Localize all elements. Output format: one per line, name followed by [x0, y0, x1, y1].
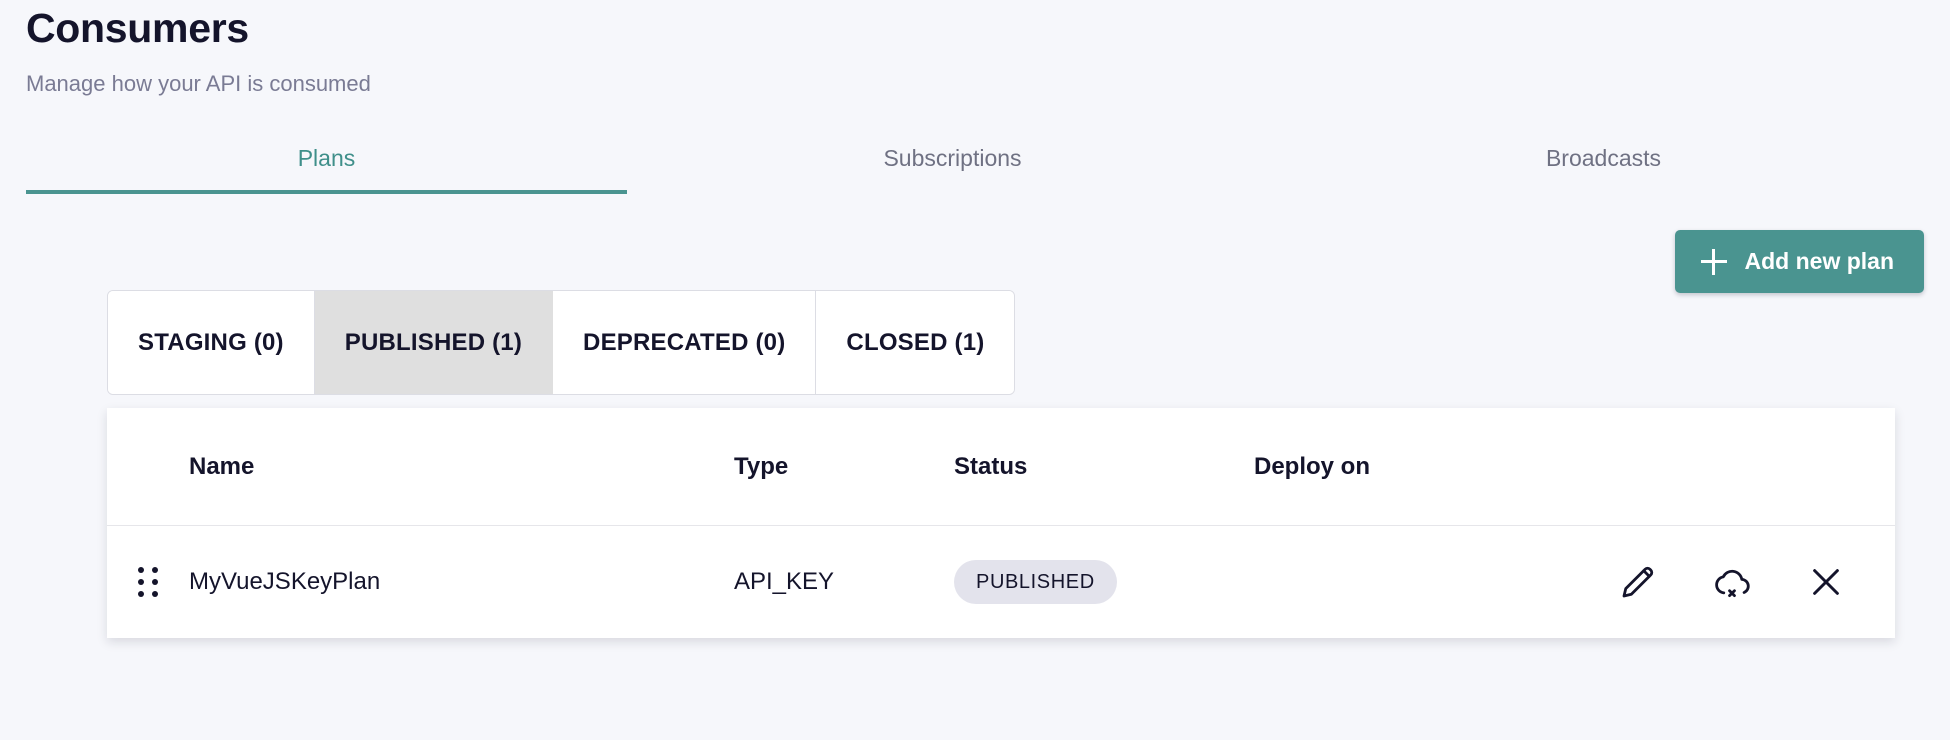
tab-subscriptions-label: Subscriptions [883, 145, 1022, 171]
cloud-off-icon [1715, 569, 1750, 598]
close-icon [1813, 569, 1839, 595]
cell-plan-status: PUBLISHED [954, 560, 1254, 604]
plans-table: Name Type Status Deploy on MyVueJSKeyPla… [107, 408, 1895, 638]
main-tabs: Plans Subscriptions Broadcasts [0, 145, 1950, 194]
row-drag-handle-cell [107, 567, 189, 597]
status-badge: PUBLISHED [954, 560, 1117, 604]
filter-published-label: PUBLISHED (1) [344, 328, 523, 356]
filter-deprecated-label: DEPRECATED (0) [583, 328, 786, 356]
add-new-plan-button[interactable]: Add new plan [1674, 230, 1924, 293]
row-actions [1584, 561, 1895, 603]
pencil-icon [1622, 566, 1654, 598]
table-header-row: Name Type Status Deploy on [107, 408, 1895, 526]
edit-plan-button[interactable] [1617, 561, 1659, 603]
page-title: Consumers [26, 5, 249, 51]
filter-published[interactable]: PUBLISHED (1) [314, 291, 554, 394]
plus-icon [1700, 248, 1727, 275]
filter-closed-label: CLOSED (1) [846, 328, 985, 356]
tab-subscriptions[interactable]: Subscriptions [627, 145, 1278, 194]
filter-staging-label: STAGING (0) [138, 328, 284, 356]
close-plan-button[interactable] [1805, 561, 1847, 603]
column-header-status: Status [954, 452, 1028, 480]
filter-deprecated[interactable]: DEPRECATED (0) [553, 291, 817, 394]
filter-staging[interactable]: STAGING (0) [108, 291, 315, 394]
plans-toolbar: Add new plan [0, 194, 1950, 293]
column-header-name: Name [189, 452, 255, 480]
cell-plan-type: API_KEY [734, 568, 835, 595]
consumers-page: Consumers Manage how your API is consume… [0, 0, 1950, 740]
page-subtitle: Manage how your API is consumed [26, 71, 371, 96]
page-header: Consumers Manage how your API is consume… [0, 0, 1950, 97]
drag-handle-icon[interactable] [138, 567, 158, 597]
tab-plans[interactable]: Plans [26, 145, 627, 194]
table-row[interactable]: MyVueJSKeyPlan API_KEY PUBLISHED [107, 526, 1895, 638]
plan-status-filter-group: STAGING (0) PUBLISHED (1) DEPRECATED (0)… [107, 290, 1016, 395]
cell-plan-name: MyVueJSKeyPlan [189, 568, 381, 595]
column-header-deploy-on: Deploy on [1254, 452, 1371, 480]
tab-plans-label: Plans [297, 145, 356, 171]
column-header-type: Type [734, 452, 789, 480]
tab-broadcasts-label: Broadcasts [1545, 145, 1662, 171]
filter-closed[interactable]: CLOSED (1) [816, 291, 1015, 394]
undeploy-plan-button[interactable] [1711, 561, 1753, 603]
tab-broadcasts[interactable]: Broadcasts [1278, 145, 1929, 194]
add-new-plan-label: Add new plan [1744, 248, 1895, 274]
